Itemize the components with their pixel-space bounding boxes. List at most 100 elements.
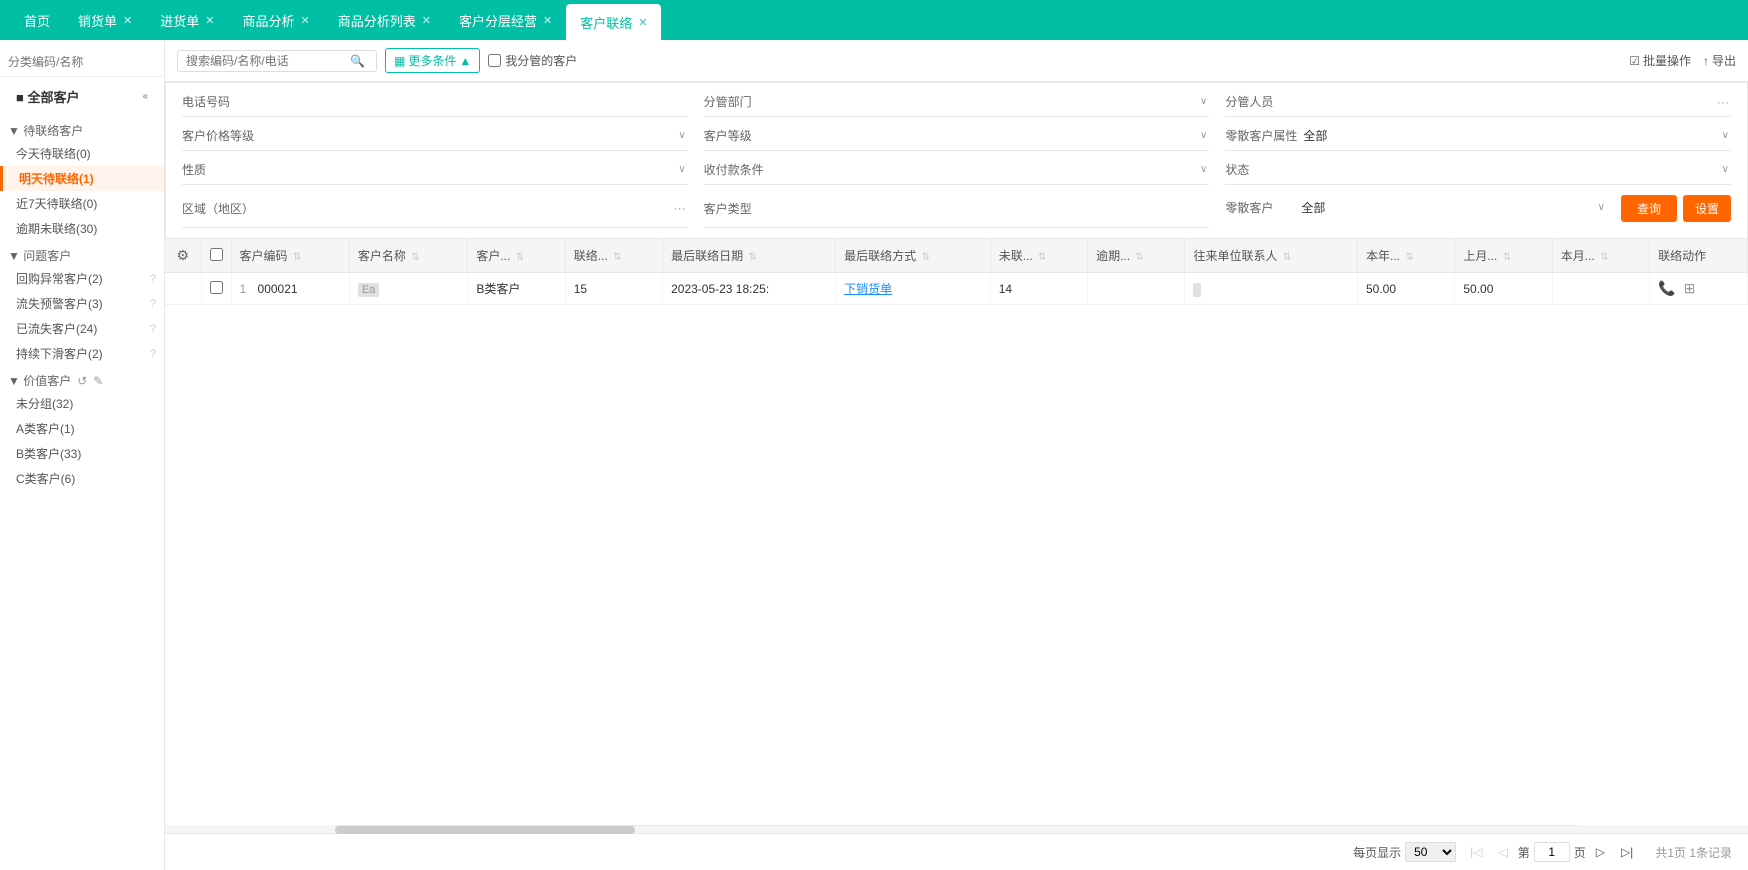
sidebar-item-overdue[interactable]: 逾期未联络(30)	[0, 216, 164, 241]
row-last-month: 50.00	[1455, 273, 1552, 305]
more-filter-button[interactable]: ▦ 更多条件 ▲	[385, 48, 480, 73]
sort-icon-thismonth[interactable]: ⇅	[1600, 252, 1608, 263]
help-icon-churn-warning: ?	[150, 298, 156, 310]
nav-customer-mgmt[interactable]: 客户分层经营 ✕	[445, 0, 566, 40]
sidebar-item-7days[interactable]: 近7天待联络(0)	[0, 191, 164, 216]
sort-icon-code[interactable]: ⇅	[293, 252, 301, 263]
filter-status-label: 状态	[1225, 161, 1295, 178]
export-button[interactable]: ↑ 导出	[1703, 52, 1736, 69]
nav-sales[interactable]: 销货单 ✕	[64, 0, 146, 40]
sidebar-all-customers[interactable]: ■ 全部客户 «	[8, 83, 156, 110]
sidebar-item-class-b[interactable]: B类客户(33)	[0, 441, 164, 466]
grid-action-icon[interactable]: ⊞	[1684, 280, 1696, 297]
next-page-button[interactable]: ▷	[1590, 843, 1611, 861]
setting-button[interactable]: 设置	[1683, 195, 1731, 222]
sort-icon-name[interactable]: ⇅	[411, 252, 419, 263]
filter-payment-input[interactable]	[780, 163, 1210, 177]
close-product-analysis-icon[interactable]: ✕	[301, 14, 310, 27]
filter-phone-label: 电话号码	[182, 93, 252, 110]
row-select-checkbox[interactable]	[210, 281, 223, 294]
last-method-link[interactable]: 下销货单	[844, 282, 892, 296]
filter-payment-label: 收付款条件	[704, 161, 774, 178]
filter-phone-input[interactable]	[258, 95, 688, 109]
row-last-method[interactable]: 下销货单	[836, 273, 991, 305]
nav-purchase[interactable]: 进货单 ✕	[146, 0, 228, 40]
sort-icon-contact[interactable]: ⇅	[613, 252, 621, 263]
sidebar-item-class-a[interactable]: A类客户(1)	[0, 416, 164, 441]
batch-op-button[interactable]: ☑ 批量操作	[1629, 52, 1691, 69]
sort-icon-uncontact[interactable]: ⇅	[1038, 252, 1046, 263]
sidebar-group-value[interactable]: ▼ 价值客户 ↺ ✎	[0, 366, 164, 391]
gear-icon[interactable]: ⚙	[176, 247, 189, 263]
row-contact-count: 15	[565, 273, 662, 305]
row-name: Ea	[349, 273, 467, 305]
filter-nature-input[interactable]	[258, 163, 688, 177]
filter-status-input[interactable]	[1301, 163, 1731, 177]
close-sales-icon[interactable]: ✕	[123, 14, 132, 27]
sidebar-item-abnormal[interactable]: 回购异常客户(2) ?	[0, 266, 164, 291]
nav-home[interactable]: 首页	[10, 0, 64, 40]
close-customer-mgmt-icon[interactable]: ✕	[543, 14, 552, 27]
pagination-nav: |◁ ◁ 第 页 ▷ ▷|	[1464, 842, 1639, 862]
sidebar-item-tomorrow[interactable]: 明天待联络(1)	[0, 166, 164, 191]
sidebar-item-churned[interactable]: 已流失客户(24) ?	[0, 316, 164, 341]
sidebar: 🔍 ■ 全部客户 « ▼ 待联络客户 今天待联络(0) 明天待联络(1) 近7天…	[0, 40, 165, 870]
filter-dept: 分管部门 ∨	[704, 93, 1210, 117]
sidebar-item-today[interactable]: 今天待联络(0)	[0, 141, 164, 166]
sidebar-item-declining[interactable]: 持续下滑客户(2) ?	[0, 341, 164, 366]
close-product-list-icon[interactable]: ✕	[422, 14, 431, 27]
sort-icon-lastdate[interactable]: ⇅	[748, 252, 756, 263]
filter-dept-input[interactable]	[780, 95, 1210, 109]
sidebar-group-problem[interactable]: ▼ 问题客户	[0, 241, 164, 266]
scroll-thumb[interactable]	[335, 826, 635, 834]
sort-icon-lastmethod[interactable]: ⇅	[922, 252, 930, 263]
sort-icon-type[interactable]: ⇅	[516, 252, 524, 263]
filter-phone: 电话号码	[182, 93, 688, 117]
filter-person-input[interactable]	[1301, 95, 1731, 109]
edit-icon[interactable]: ✎	[93, 374, 103, 388]
filter-cust-type-input[interactable]	[780, 201, 1210, 215]
first-page-button[interactable]: |◁	[1464, 843, 1488, 861]
search-input[interactable]	[186, 54, 346, 68]
top-nav: 首页 销货单 ✕ 进货单 ✕ 商品分析 ✕ 商品分析列表 ✕ 客户分层经营 ✕ …	[0, 0, 1748, 40]
sort-icon-overdue[interactable]: ⇅	[1135, 252, 1143, 263]
filter-cust-level-input[interactable]	[780, 129, 1210, 143]
close-customer-contact-icon[interactable]: ✕	[638, 16, 647, 29]
col-header-contact: 联络... ⇅	[565, 239, 662, 273]
filter-price-level-input[interactable]	[260, 129, 688, 143]
per-page-select[interactable]: 50 100 200	[1405, 842, 1456, 862]
chevron-down-icon-6: ∨	[1200, 164, 1207, 175]
page-number-input[interactable]	[1534, 842, 1570, 862]
chevron-down-icon-4: ∨	[1722, 130, 1729, 141]
sort-icon-contact2[interactable]: ⇅	[1283, 252, 1291, 263]
export-icon: ↑	[1703, 54, 1709, 68]
close-purchase-icon[interactable]: ✕	[205, 14, 214, 27]
nav-product-list[interactable]: 商品分析列表 ✕	[324, 0, 445, 40]
row-index-code: 1 000021	[231, 273, 349, 305]
sidebar-item-churn-warning[interactable]: 流失预警客户(3) ?	[0, 291, 164, 316]
filter-cust-type: 客户类型	[704, 195, 1210, 228]
filter-region-input[interactable]	[260, 201, 688, 215]
my-customer-checkbox[interactable]	[488, 54, 501, 67]
search-wrap: 🔍	[177, 50, 377, 72]
sidebar-item-class-c[interactable]: C类客户(6)	[0, 466, 164, 491]
last-page-button[interactable]: ▷|	[1615, 843, 1639, 861]
select-all-checkbox[interactable]	[210, 248, 223, 261]
my-customer-checkbox-wrap[interactable]: 我分管的客户	[488, 52, 577, 69]
check-square-icon: ☑	[1629, 54, 1640, 68]
sidebar-group-pending[interactable]: ▼ 待联络客户	[0, 116, 164, 141]
sort-icon-thisyear[interactable]: ⇅	[1405, 252, 1413, 263]
nav-customer-contact[interactable]: 客户联络 ✕	[566, 4, 661, 40]
phone-action-icon[interactable]: 📞	[1658, 280, 1675, 297]
prev-page-button[interactable]: ◁	[1492, 843, 1513, 861]
filter-nature-label: 性质	[182, 161, 252, 178]
chevron-down-icon-2: ∨	[678, 130, 685, 141]
sidebar-search-input[interactable]	[8, 55, 163, 69]
nav-product-analysis[interactable]: 商品分析 ✕	[228, 0, 323, 40]
refresh-icon[interactable]: ↺	[77, 374, 87, 388]
sort-icon-lastmonth[interactable]: ⇅	[1503, 252, 1511, 263]
query-button[interactable]: 查询	[1621, 195, 1677, 222]
col-header-thisyear: 本年... ⇅	[1358, 239, 1455, 273]
sidebar-item-ungrouped[interactable]: 未分组(32)	[0, 391, 164, 416]
filter-person: 分管人员 ···	[1225, 93, 1731, 117]
